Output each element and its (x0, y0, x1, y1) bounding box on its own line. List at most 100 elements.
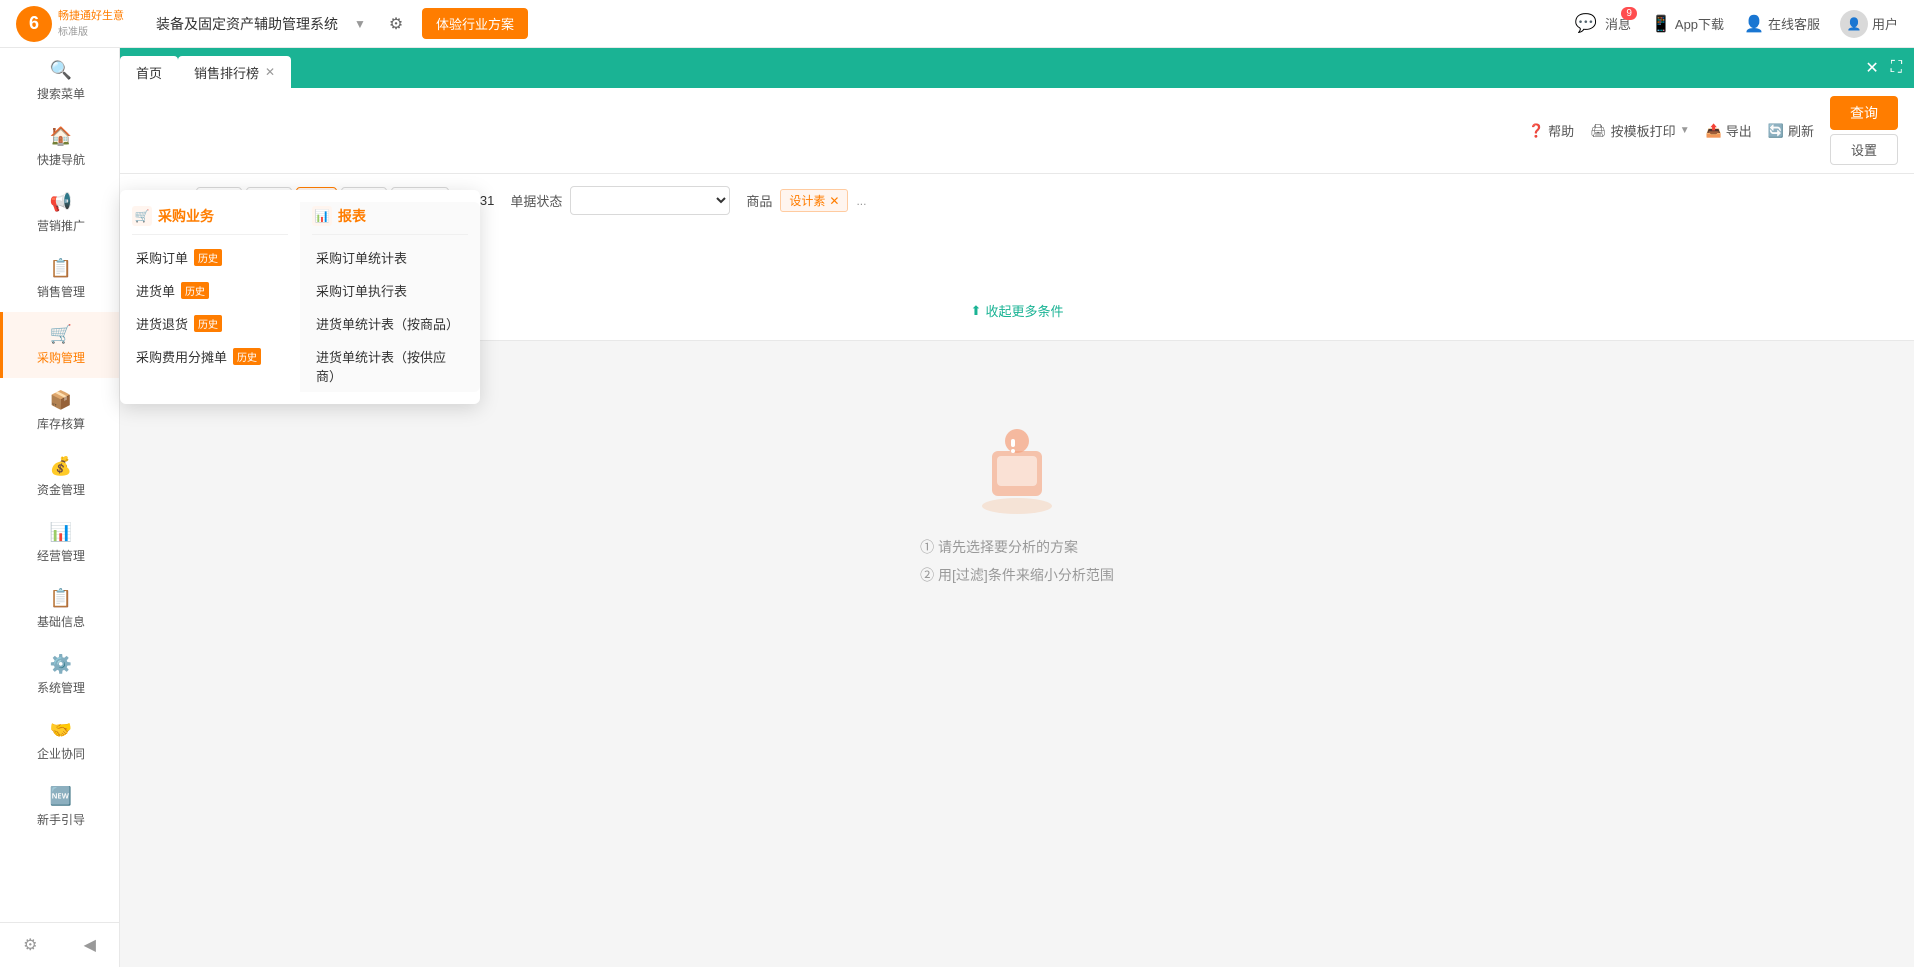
logo-text: 畅捷通好生意 (58, 9, 124, 23)
return-label: 进货退货 (136, 314, 188, 333)
tab-close-icon[interactable]: ✕ (265, 65, 275, 79)
enterprise-icon: 🤝 (50, 720, 72, 741)
header-right: 💬 9 消息 📱 App下载 👤 在线客服 👤 用户 (1575, 10, 1898, 38)
goods-tag-text: 设计素 (789, 192, 825, 209)
inbound-label: 进货单 (136, 281, 175, 300)
po-stats-label: 采购订单统计表 (316, 248, 407, 267)
sidebar-label-operations: 经营管理 (37, 547, 85, 564)
collapse-label: 收起更多条件 (985, 301, 1063, 320)
sidebar-item-sales[interactable]: 📋 销售管理 (0, 246, 119, 312)
inbound-history: 历史 (181, 282, 209, 299)
query-button[interactable]: 查询 (1830, 96, 1898, 130)
dropdown-col-report: 📊 报表 采购订单统计表 采购订单执行表 进货单统计表（按商品） 进货单统计表（… (300, 202, 480, 392)
inbound-by-supplier-label: 进货单统计表（按供应商） (316, 347, 464, 385)
dropdown-item-purchase-order[interactable]: 采购订单 历史 (132, 241, 288, 274)
po-exec-label: 采购订单执行表 (316, 281, 407, 300)
collapse-up-icon: ⬆ (971, 303, 982, 319)
goods-ellipsis[interactable]: ... (856, 194, 866, 208)
export-action[interactable]: 📤 导出 (1706, 121, 1752, 140)
col2-icon: 📊 (312, 206, 332, 226)
toolbar-row: ❓ 帮助 🖨 按模板打印 ▼ 📤 导出 🔄 刷新 查询 (120, 88, 1914, 174)
print-icon: 🖨 (1590, 123, 1607, 139)
sidebar-label-inventory: 库存核算 (37, 415, 85, 432)
marketing-icon: 📢 (50, 192, 72, 213)
dropdown-item-return[interactable]: 进货退货 历史 (132, 307, 288, 340)
sidebar-item-enterprise[interactable]: 🤝 企业协同 (0, 708, 119, 774)
top-header: 6 畅捷通好生意 标准版 装备及固定资产辅助管理系统 ▼ ⚙ 体验行业方案 💬 … (0, 0, 1914, 48)
col1-title: 🛒 采购业务 (132, 202, 288, 235)
operations-icon: 📊 (50, 522, 72, 543)
sidebar-item-purchase[interactable]: 🛒 采购管理 (0, 312, 119, 378)
sidebar-item-finance[interactable]: 💰 资金管理 (0, 444, 119, 510)
goods-tag-close[interactable]: ✕ (829, 194, 839, 208)
sidebar-label-basic: 基础信息 (37, 613, 85, 630)
dropdown-item-po-exec[interactable]: 采购订单执行表 (312, 274, 468, 307)
home-icon: 🏠 (50, 126, 72, 147)
sidebar-item-quick-nav[interactable]: 🏠 快捷导航 (0, 114, 119, 180)
user-area[interactable]: 👤 用户 (1840, 10, 1898, 38)
sidebar: 🔍 搜索菜单 🏠 快捷导航 📢 营销推广 📋 销售管理 🛒 采购管理 📦 库存核… (0, 48, 120, 967)
sidebar-item-system[interactable]: ⚙️ 系统管理 (0, 642, 119, 708)
sidebar-item-marketing[interactable]: 📢 营销推广 (0, 180, 119, 246)
sidebar-settings-btn[interactable]: ⚙ (23, 935, 37, 955)
export-label: 导出 (1726, 121, 1752, 140)
sidebar-item-search[interactable]: 🔍 搜索菜单 (0, 48, 119, 114)
logo-icon: 6 (16, 6, 52, 42)
system-icon: ⚙️ (50, 654, 72, 675)
inventory-icon: 📦 (50, 390, 72, 411)
sidebar-collapse-btn[interactable]: ◀ (84, 935, 96, 955)
col1-title-text: 采购业务 (158, 206, 214, 226)
purchase-order-history: 历史 (194, 249, 222, 266)
dropdown-item-inbound-by-goods[interactable]: 进货单统计表（按商品） (312, 307, 468, 340)
app-download-label: App下载 (1675, 14, 1724, 33)
set-button[interactable]: 设置 (1830, 134, 1898, 165)
sidebar-label-purchase: 采购管理 (37, 349, 85, 366)
guide-icon: 🆕 (50, 786, 72, 807)
tab-close-btn[interactable]: ✕ (1865, 58, 1878, 78)
empty-hint-1: ① 请先选择要分析的方案 (920, 533, 1114, 561)
content-area: 首页 销售排行榜 ✕ ✕ ⛶ ❓ 帮助 🖨 按模板打印 (120, 48, 1914, 967)
refresh-action[interactable]: 🔄 刷新 (1768, 121, 1814, 140)
purchase-order-label: 采购订单 (136, 248, 188, 267)
status-label: 单据状态 (510, 191, 562, 210)
header-center: 装备及固定资产辅助管理系统 ▼ ⚙ 体验行业方案 (136, 8, 1575, 39)
logo-text-area: 畅捷通好生意 标准版 (58, 9, 124, 38)
app-download[interactable]: 📱 App下载 (1651, 14, 1724, 34)
print-action[interactable]: 🖨 按模板打印 ▼ (1590, 121, 1689, 140)
search-icon: 🔍 (50, 60, 72, 81)
basic-icon: 📋 (50, 588, 72, 609)
message-badge: 9 (1621, 7, 1637, 20)
dropdown-item-po-stats[interactable]: 采购订单统计表 (312, 241, 468, 274)
dropdown-item-expense[interactable]: 采购费用分摊单 历史 (132, 340, 288, 373)
print-dropdown-icon[interactable]: ▼ (1680, 125, 1690, 136)
settings-icon[interactable]: ⚙ (382, 10, 410, 38)
finance-icon: 💰 (50, 456, 72, 477)
col2-title-text: 报表 (338, 206, 366, 226)
sidebar-item-inventory[interactable]: 📦 库存核算 (0, 378, 119, 444)
dropdown-columns: 🛒 采购业务 采购订单 历史 进货单 历史 进货退货 历史 采购费用分摊单 历史 (120, 202, 480, 392)
sidebar-item-basic[interactable]: 📋 基础信息 (0, 576, 119, 642)
sales-icon: 📋 (50, 258, 72, 279)
system-dropdown-icon[interactable]: ▼ (350, 14, 370, 34)
dropdown-item-inbound[interactable]: 进货单 历史 (132, 274, 288, 307)
online-service-label: 在线客服 (1768, 14, 1820, 33)
tab-sales-rank[interactable]: 销售排行榜 ✕ (178, 56, 291, 88)
sidebar-item-operations[interactable]: 📊 经营管理 (0, 510, 119, 576)
tab-fullscreen-btn[interactable]: ⛶ (1891, 59, 1902, 77)
tab-home[interactable]: 首页 (120, 56, 178, 88)
tab-bar: 首页 销售排行榜 ✕ ✕ ⛶ (120, 48, 1914, 88)
empty-hints: ① 请先选择要分析的方案 ② 用[过滤]条件来缩小分析范围 (920, 533, 1114, 589)
help-action[interactable]: ❓ 帮助 (1528, 121, 1574, 140)
logo-sub: 标准版 (58, 23, 124, 38)
trial-button[interactable]: 体验行业方案 (422, 8, 528, 39)
message-area[interactable]: 💬 9 消息 (1575, 13, 1631, 34)
print-label: 按模板打印 (1611, 121, 1676, 140)
sidebar-item-guide[interactable]: 🆕 新手引导 (0, 774, 119, 840)
status-select[interactable] (570, 186, 730, 215)
filter-status: 单据状态 (510, 186, 730, 215)
dropdown-item-inbound-by-supplier[interactable]: 进货单统计表（按供应商） (312, 340, 468, 392)
online-service[interactable]: 👤 在线客服 (1744, 14, 1820, 34)
sidebar-label-finance: 资金管理 (37, 481, 85, 498)
filter-goods: 商品 设计素 ✕ ... (746, 189, 866, 212)
tab-right-actions: ✕ ⛶ (1865, 58, 1902, 78)
